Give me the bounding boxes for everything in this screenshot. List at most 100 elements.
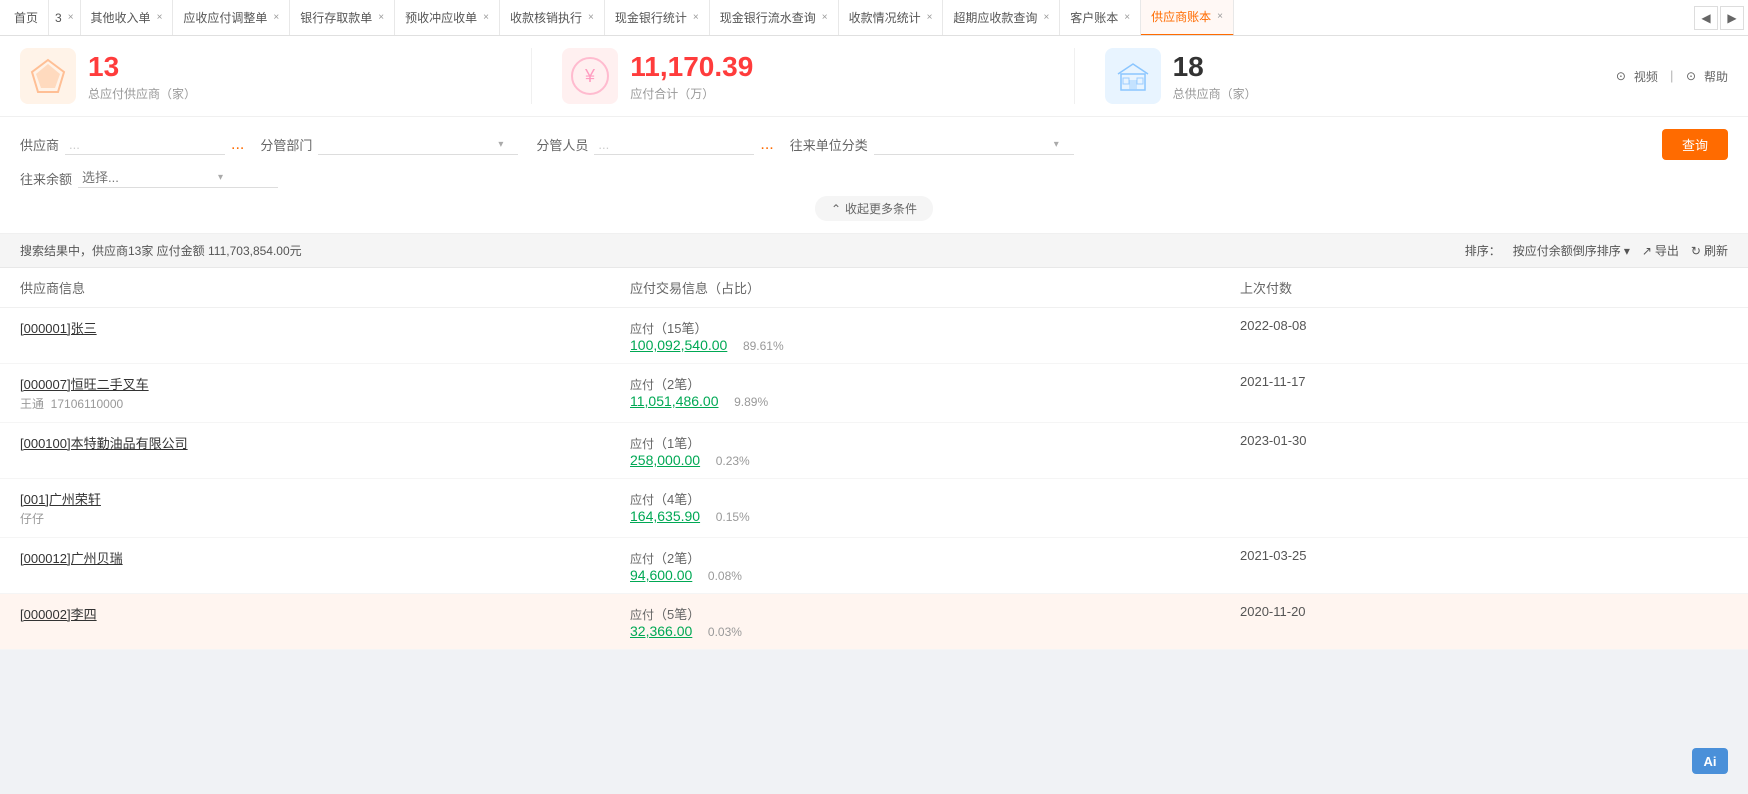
nav-tab-customer-ledger[interactable]: 客户账本 × xyxy=(1060,0,1141,36)
nav-tab-overdue-query-close[interactable]: × xyxy=(1043,12,1049,23)
trans-percent-2: 9.89% xyxy=(734,395,768,409)
nav-tab-collection-exec-close[interactable]: × xyxy=(588,12,594,23)
person-filter-input[interactable] xyxy=(594,135,754,155)
filter-supplier: 供应商 ... xyxy=(20,135,244,155)
collapse-btn-label: 收起更多条件 xyxy=(845,200,917,217)
nav-tab-cash-bank-stats-close[interactable]: × xyxy=(693,12,699,23)
category-filter-input[interactable] xyxy=(874,135,1054,154)
ai-badge[interactable]: Ai xyxy=(1692,748,1728,774)
dept-filter-input[interactable] xyxy=(318,135,498,154)
export-button[interactable]: ↗ 导出 xyxy=(1642,242,1679,259)
nav-tab-supplier-ledger-label: 供应商账本 xyxy=(1151,8,1211,25)
nav-tab-bank-deposit[interactable]: 银行存取款单 × xyxy=(290,0,395,36)
yen-icon: ¥ xyxy=(562,48,618,104)
person-filter-dots[interactable]: ... xyxy=(760,136,773,154)
supplier-sub-4: 仔仔 xyxy=(20,510,630,527)
separator: ｜ xyxy=(1666,68,1678,85)
nav-tab-customer-ledger-close[interactable]: × xyxy=(1124,12,1130,23)
nav-tab-ar-adjustment[interactable]: 应收应付调整单 × xyxy=(173,0,290,36)
table-row: [000100]本特勤油品有限公司 应付（1笔） 258,000.00 0.23… xyxy=(0,423,1748,479)
nav-tab-cash-flow-query-label: 现金银行流水查询 xyxy=(720,9,816,26)
nav-tab-other-income-close[interactable]: × xyxy=(157,12,163,23)
sort-select[interactable]: 按应付余额倒序排序 ▾ xyxy=(1513,242,1630,259)
trans-percent-5: 0.08% xyxy=(708,569,742,583)
supplier-link-4[interactable]: [001]广州荣轩 xyxy=(20,492,101,507)
main-content: 13 总应付供应商（家） ¥ 11,170.39 应付合计（万） xyxy=(0,36,1748,650)
summary-card-payable-suppliers: 13 总应付供应商（家） xyxy=(20,48,532,104)
dept-filter-select[interactable]: ▾ xyxy=(318,135,518,155)
refresh-button[interactable]: ↻ 刷新 xyxy=(1691,242,1728,259)
supplier-filter-dots[interactable]: ... xyxy=(231,136,244,154)
top-navigation: 首页 3 × 其他收入单 × 应收应付调整单 × 银行存取款单 × 预收冲应收单… xyxy=(0,0,1748,36)
supplier-link-2[interactable]: [000007]恒旺二手叉车 xyxy=(20,377,149,392)
transaction-info-6: 应付（5笔） 32,366.00 0.03% xyxy=(630,604,1240,639)
filter-dept: 分管部门 ▾ xyxy=(260,135,520,155)
sort-chevron-down-icon: ▾ xyxy=(1624,244,1630,258)
help-icon: ⊙ xyxy=(1686,69,1696,83)
help-link[interactable]: 帮助 xyxy=(1704,68,1728,85)
nav-tab-collection-exec[interactable]: 收款核销执行 × xyxy=(500,0,605,36)
trans-amount-5[interactable]: 94,600.00 xyxy=(630,567,692,583)
nav-tab-cash-flow-query[interactable]: 现金银行流水查询 × xyxy=(710,0,839,36)
last-pay-2: 2021-11-17 xyxy=(1240,374,1728,389)
balance-filter-select[interactable]: ▾ xyxy=(78,168,278,188)
nav-tab-collection-stats-close[interactable]: × xyxy=(927,12,933,23)
nav-tab-other-income[interactable]: 其他收入单 × xyxy=(81,0,174,36)
collapse-filters-button[interactable]: ⌃ 收起更多条件 xyxy=(815,196,933,221)
trans-amount-2[interactable]: 11,051,486.00 xyxy=(630,393,719,409)
transaction-info-2: 应付（2笔） 11,051,486.00 9.89% xyxy=(630,374,1240,409)
nav-arrow-left[interactable]: ◀ xyxy=(1694,6,1718,30)
nav-tab-supplier-ledger-close[interactable]: × xyxy=(1217,11,1223,22)
store-icon xyxy=(1105,48,1161,104)
dept-chevron-down-icon: ▾ xyxy=(498,139,503,150)
nav-arrow-right[interactable]: ▶ xyxy=(1720,6,1744,30)
nav-tab-collection-stats[interactable]: 收款情况统计 × xyxy=(839,0,944,36)
balance-chevron-down-icon: ▾ xyxy=(218,172,223,183)
nav-tab-advance-receivable-close[interactable]: × xyxy=(483,12,489,23)
supplier-info-3: [000100]本特勤油品有限公司 xyxy=(20,433,630,452)
payable-total-label: 应付合计（万） xyxy=(630,85,753,102)
last-pay-5: 2021-03-25 xyxy=(1240,548,1728,563)
col-header-last-pay: 上次付数 xyxy=(1240,278,1728,297)
filter-row-2: 往来余额 ▾ xyxy=(20,168,1728,188)
trans-count-4: （4笔） xyxy=(654,492,700,507)
video-icon: ⊙ xyxy=(1616,69,1626,83)
table-row: [000002]李四 应付（5笔） 32,366.00 0.03% 2020-1… xyxy=(0,594,1748,650)
search-button[interactable]: 查询 xyxy=(1662,129,1728,160)
supplier-link-6[interactable]: [000002]李四 xyxy=(20,607,97,622)
trans-amount-1[interactable]: 100,092,540.00 xyxy=(630,337,727,353)
nav-tab-other-income-label: 其他收入单 xyxy=(91,9,151,26)
supplier-filter-input[interactable] xyxy=(65,135,225,155)
nav-tab-3[interactable]: 3 × xyxy=(49,0,81,36)
supplier-link-3[interactable]: [000100]本特勤油品有限公司 xyxy=(20,436,188,451)
trans-amount-4[interactable]: 164,635.90 xyxy=(630,508,700,524)
nav-tab-advance-receivable[interactable]: 预收冲应收单 × xyxy=(395,0,500,36)
supplier-link-1[interactable]: [000001]张三 xyxy=(20,321,97,336)
filter-row-1: 供应商 ... 分管部门 ▾ 分管人员 ... 往来单位分类 xyxy=(20,129,1728,160)
payable-suppliers-label: 总应付供应商（家） xyxy=(88,85,196,102)
trans-percent-1: 89.61% xyxy=(743,339,784,353)
trans-amount-6[interactable]: 32,366.00 xyxy=(630,623,692,639)
supplier-info-2: [000007]恒旺二手叉车 王通 17106110000 xyxy=(20,374,630,412)
sort-value: 按应付余额倒序排序 xyxy=(1513,242,1621,259)
nav-tab-cash-bank-stats[interactable]: 现金银行统计 × xyxy=(605,0,710,36)
nav-scroll-arrows: ◀ ▶ xyxy=(1694,6,1744,30)
export-icon: ↗ xyxy=(1642,244,1652,258)
trans-count-6: （5笔） xyxy=(654,607,700,622)
balance-filter-input[interactable] xyxy=(78,168,218,187)
trans-amount-3[interactable]: 258,000.00 xyxy=(630,452,700,468)
supplier-link-5[interactable]: [000012]广州贝瑞 xyxy=(20,551,123,566)
nav-tab-home[interactable]: 首页 xyxy=(4,0,49,36)
video-link[interactable]: 视频 xyxy=(1634,68,1658,85)
nav-tab-cash-flow-query-close[interactable]: × xyxy=(822,12,828,23)
nav-tab-ar-adjustment-close[interactable]: × xyxy=(273,12,279,23)
nav-tab-3-close[interactable]: × xyxy=(68,12,74,23)
nav-tab-overdue-query[interactable]: 超期应收款查询 × xyxy=(943,0,1060,36)
nav-tab-bank-deposit-close[interactable]: × xyxy=(378,12,384,23)
col-header-supplier: 供应商信息 xyxy=(20,278,630,297)
nav-tab-supplier-ledger[interactable]: 供应商账本 × xyxy=(1141,0,1234,36)
result-summary-text: 搜索结果中，供应商13家 应付金额 111,703,854.00元 xyxy=(20,242,302,259)
trans-count-5: （2笔） xyxy=(654,551,700,566)
category-filter-select[interactable]: ▾ xyxy=(874,135,1074,155)
last-pay-date-1: 2022-08-08 xyxy=(1240,314,1307,333)
